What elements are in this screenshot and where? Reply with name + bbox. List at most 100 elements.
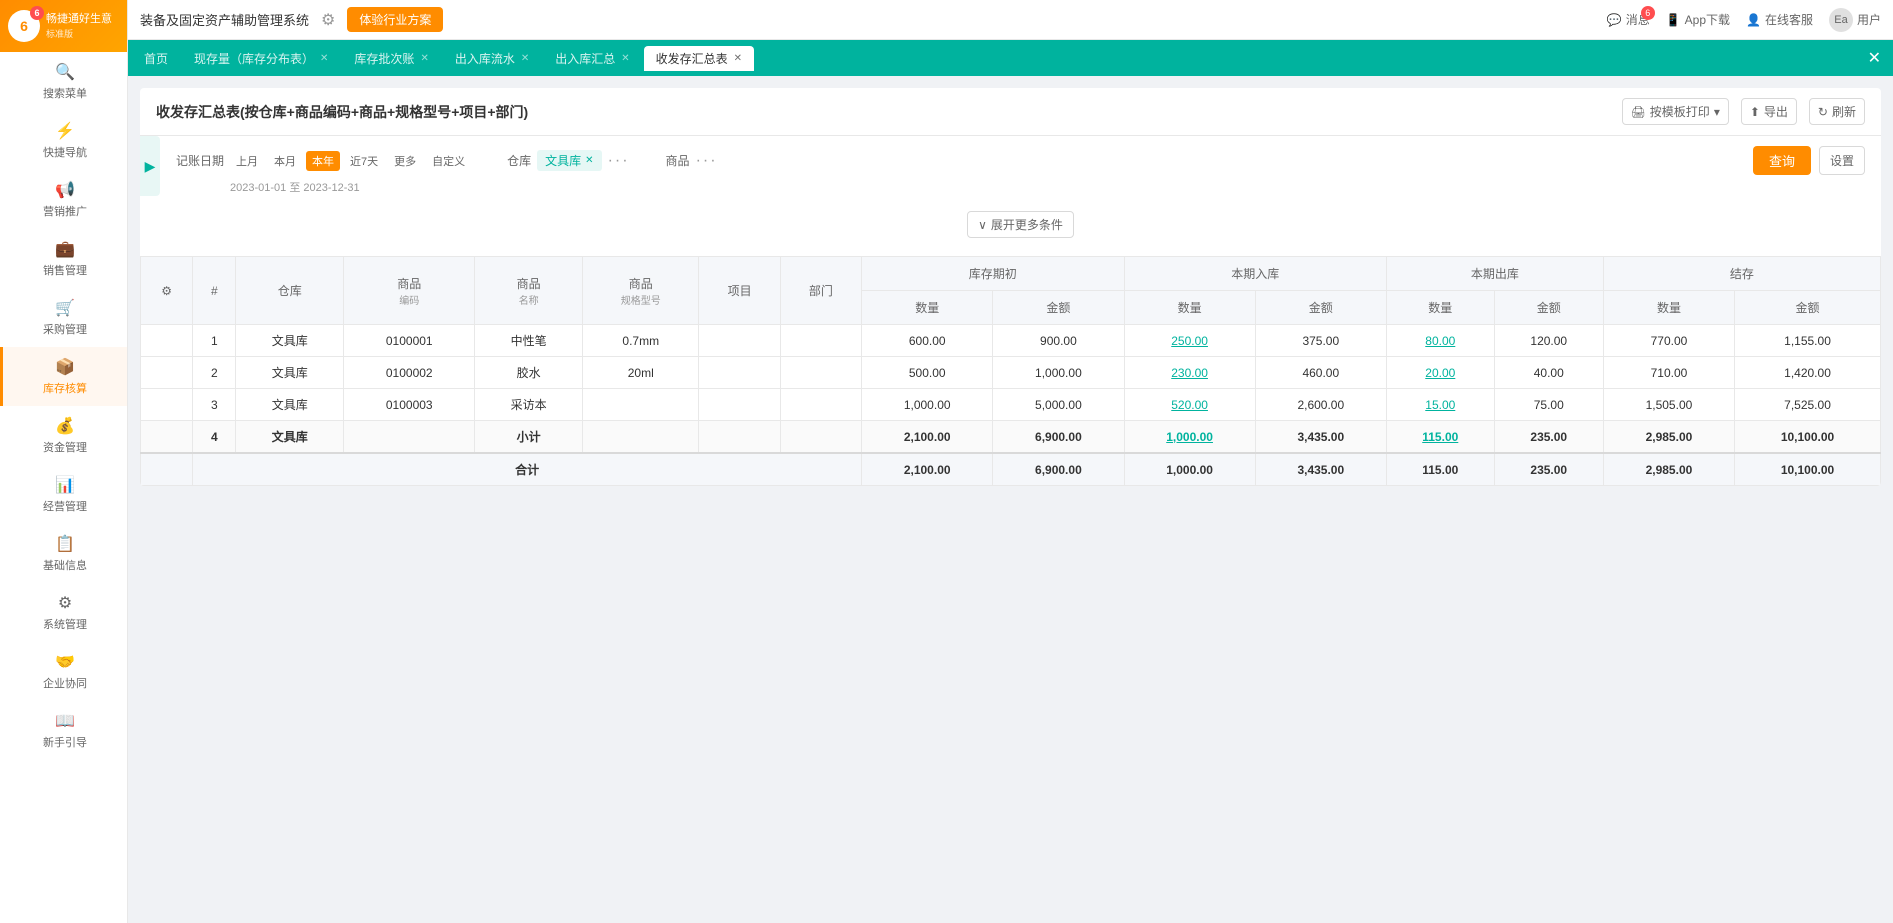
col-header-in-amt: 金额 — [1255, 291, 1386, 325]
cell-in-qty[interactable]: 230.00 — [1124, 357, 1255, 389]
content-area: 收发存汇总表(按仓库+商品编码+商品+规格型号+项目+部门) 🖨 按模板打印 ▾… — [128, 76, 1893, 923]
tab-close-icon[interactable]: ✕ — [621, 53, 629, 64]
sub-project — [699, 421, 780, 454]
logo-badge: 6 — [30, 6, 44, 20]
sidebar-item-finance[interactable]: 💰资金管理 — [0, 406, 127, 465]
expand-conditions-button[interactable]: ∨ 展开更多条件 — [967, 211, 1074, 238]
warehouse-label: 仓库 — [507, 152, 531, 169]
tab-close-icon[interactable]: ✕ — [320, 53, 328, 64]
logo-text: 畅捷通好生意 标准版 — [46, 12, 112, 39]
warehouse-tag: 文具库 ✕ — [537, 150, 601, 171]
col-header-project: 项目 — [699, 257, 780, 325]
export-button[interactable]: ⬆ 导出 — [1741, 98, 1797, 125]
sidebar-item-label: 经营管理 — [43, 498, 87, 514]
tab-batch[interactable]: 库存批次账✕ — [342, 46, 440, 71]
warehouse-more-btn[interactable]: ··· — [608, 152, 630, 170]
filter-collapse-arrow[interactable]: ▶ — [140, 136, 160, 196]
cell-in-qty[interactable]: 250.00 — [1124, 325, 1255, 357]
cell-opening-qty: 500.00 — [862, 357, 993, 389]
base-icon: 📋 — [55, 534, 75, 554]
filter-settings-button[interactable]: 设置 — [1819, 146, 1865, 175]
date-btn-7days[interactable]: 近7天 — [344, 151, 384, 171]
goods-more-btn[interactable]: ··· — [696, 152, 718, 170]
tab-flow[interactable]: 出入库流水✕ — [443, 46, 541, 71]
trial-button[interactable]: 体验行业方案 — [347, 7, 443, 32]
sidebar-item-sales[interactable]: 💼销售管理 — [0, 229, 127, 288]
cell-code: 0100002 — [344, 357, 475, 389]
online-service-button[interactable]: 👤 在线客服 — [1746, 11, 1813, 28]
sidebar-item-collab[interactable]: 🤝企业协同 — [0, 642, 127, 701]
col-group-opening: 库存期初 — [862, 257, 1124, 291]
tab-recv_send[interactable]: 收发存汇总表✕ — [644, 46, 754, 71]
export-icon: ⬆ — [1750, 105, 1760, 119]
filter-section: ▶ 记账日期 上月 本月 本年 近7天 更多 自定义 — [140, 136, 1881, 256]
system-icon: ⚙ — [58, 593, 72, 613]
sidebar-item-label: 采购管理 — [43, 321, 87, 337]
guide-icon: 📖 — [55, 711, 75, 731]
collab-icon: 🤝 — [55, 652, 75, 672]
filter-main: 记账日期 上月 本月 本年 近7天 更多 自定义 仓库 — [160, 136, 1881, 256]
query-button[interactable]: 查询 — [1753, 146, 1811, 175]
cell-out-qty[interactable]: 80.00 — [1386, 325, 1494, 357]
marketing-icon: 📢 — [55, 180, 75, 200]
sidebar-item-guide[interactable]: 📖新手引导 — [0, 701, 127, 760]
total-label: 合计 — [193, 453, 862, 486]
total-row: 合计 2,100.00 6,900.00 1,000.00 3,435.00 1… — [141, 453, 1881, 486]
cell-settings — [141, 325, 193, 357]
sidebar-item-quick[interactable]: ⚡快捷导航 — [0, 111, 127, 170]
sidebar-item-purchase[interactable]: 🛒采购管理 — [0, 288, 127, 347]
cell-spec: 0.7mm — [583, 325, 699, 357]
sub-spec — [583, 421, 699, 454]
date-btn-curr-month[interactable]: 本月 — [268, 151, 302, 171]
cell-dept — [780, 389, 861, 421]
warehouse-tag-close[interactable]: ✕ — [585, 155, 593, 166]
sidebar-item-search[interactable]: 🔍搜索菜单 — [0, 52, 127, 111]
cell-opening-qty: 600.00 — [862, 325, 993, 357]
cell-out-qty[interactable]: 15.00 — [1386, 389, 1494, 421]
col-header-settings[interactable]: ⚙ — [141, 257, 193, 325]
sidebar-item-inventory[interactable]: 📦库存核算 — [0, 347, 127, 406]
refresh-icon: ↻ — [1818, 105, 1828, 119]
tab-stock_dist[interactable]: 现存量（库存分布表） ✕ — [182, 46, 340, 71]
cell-out-qty[interactable]: 20.00 — [1386, 357, 1494, 389]
cell-in-amt: 460.00 — [1255, 357, 1386, 389]
sidebar-item-system[interactable]: ⚙ 系统管理 — [0, 583, 127, 642]
close-all-tabs-button[interactable]: ✕ — [1860, 48, 1889, 68]
date-label: 记账日期 — [176, 152, 224, 169]
col-header-balance-qty: 数量 — [1603, 291, 1734, 325]
sidebar-item-label: 营销推广 — [43, 203, 87, 219]
cell-in-qty[interactable]: 520.00 — [1124, 389, 1255, 421]
col-header-balance-amt: 金额 — [1735, 291, 1881, 325]
tab-label: 现存量（库存分布表） — [194, 50, 314, 67]
total-balance-amt: 10,100.00 — [1735, 453, 1881, 486]
sub-no: 4 — [193, 421, 236, 454]
sub-in-qty[interactable]: 1,000.00 — [1124, 421, 1255, 454]
sidebar-item-marketing[interactable]: 📢 营销推广 — [0, 170, 127, 229]
cell-dept — [780, 325, 861, 357]
data-table: ⚙ # 仓库 商品编码 商品名称 商品规格型号 项目 部门 库存期初 本期入库 … — [140, 256, 1881, 486]
settings-icon[interactable]: ⚙ — [321, 10, 335, 30]
date-btn-prev-month[interactable]: 上月 — [230, 151, 264, 171]
tab-home[interactable]: 首页 — [132, 46, 180, 71]
date-btn-curr-year[interactable]: 本年 — [306, 151, 340, 171]
tab-close-icon[interactable]: ✕ — [420, 53, 428, 64]
tab-close-icon[interactable]: ✕ — [734, 53, 742, 64]
sidebar-item-operation[interactable]: 📊经营管理 — [0, 465, 127, 524]
sidebar-item-label: 系统管理 — [43, 616, 87, 632]
user-button[interactable]: Ea 用户 — [1829, 8, 1881, 32]
refresh-button[interactable]: ↻ 刷新 — [1809, 98, 1865, 125]
col-header-out-amt: 金额 — [1494, 291, 1603, 325]
date-btn-custom[interactable]: 自定义 — [426, 151, 471, 171]
cell-code: 0100001 — [344, 325, 475, 357]
app-download-button[interactable]: 📱 App下载 — [1666, 11, 1730, 28]
message-button[interactable]: 💬 消息 6 — [1607, 11, 1650, 28]
tab-close-icon[interactable]: ✕ — [521, 53, 529, 64]
message-badge: 6 — [1641, 6, 1655, 20]
sub-out-qty[interactable]: 115.00 — [1386, 421, 1494, 454]
print-button[interactable]: 🖨 按模板打印 ▾ — [1622, 98, 1729, 125]
sidebar-item-base[interactable]: 📋基础信息 — [0, 524, 127, 583]
date-btn-more[interactable]: 更多 — [388, 151, 422, 171]
date-filter: 记账日期 上月 本月 本年 近7天 更多 自定义 — [176, 151, 471, 171]
filter-row-1: 记账日期 上月 本月 本年 近7天 更多 自定义 仓库 — [176, 146, 1865, 175]
tab-summary[interactable]: 出入库汇总✕ — [543, 46, 641, 71]
